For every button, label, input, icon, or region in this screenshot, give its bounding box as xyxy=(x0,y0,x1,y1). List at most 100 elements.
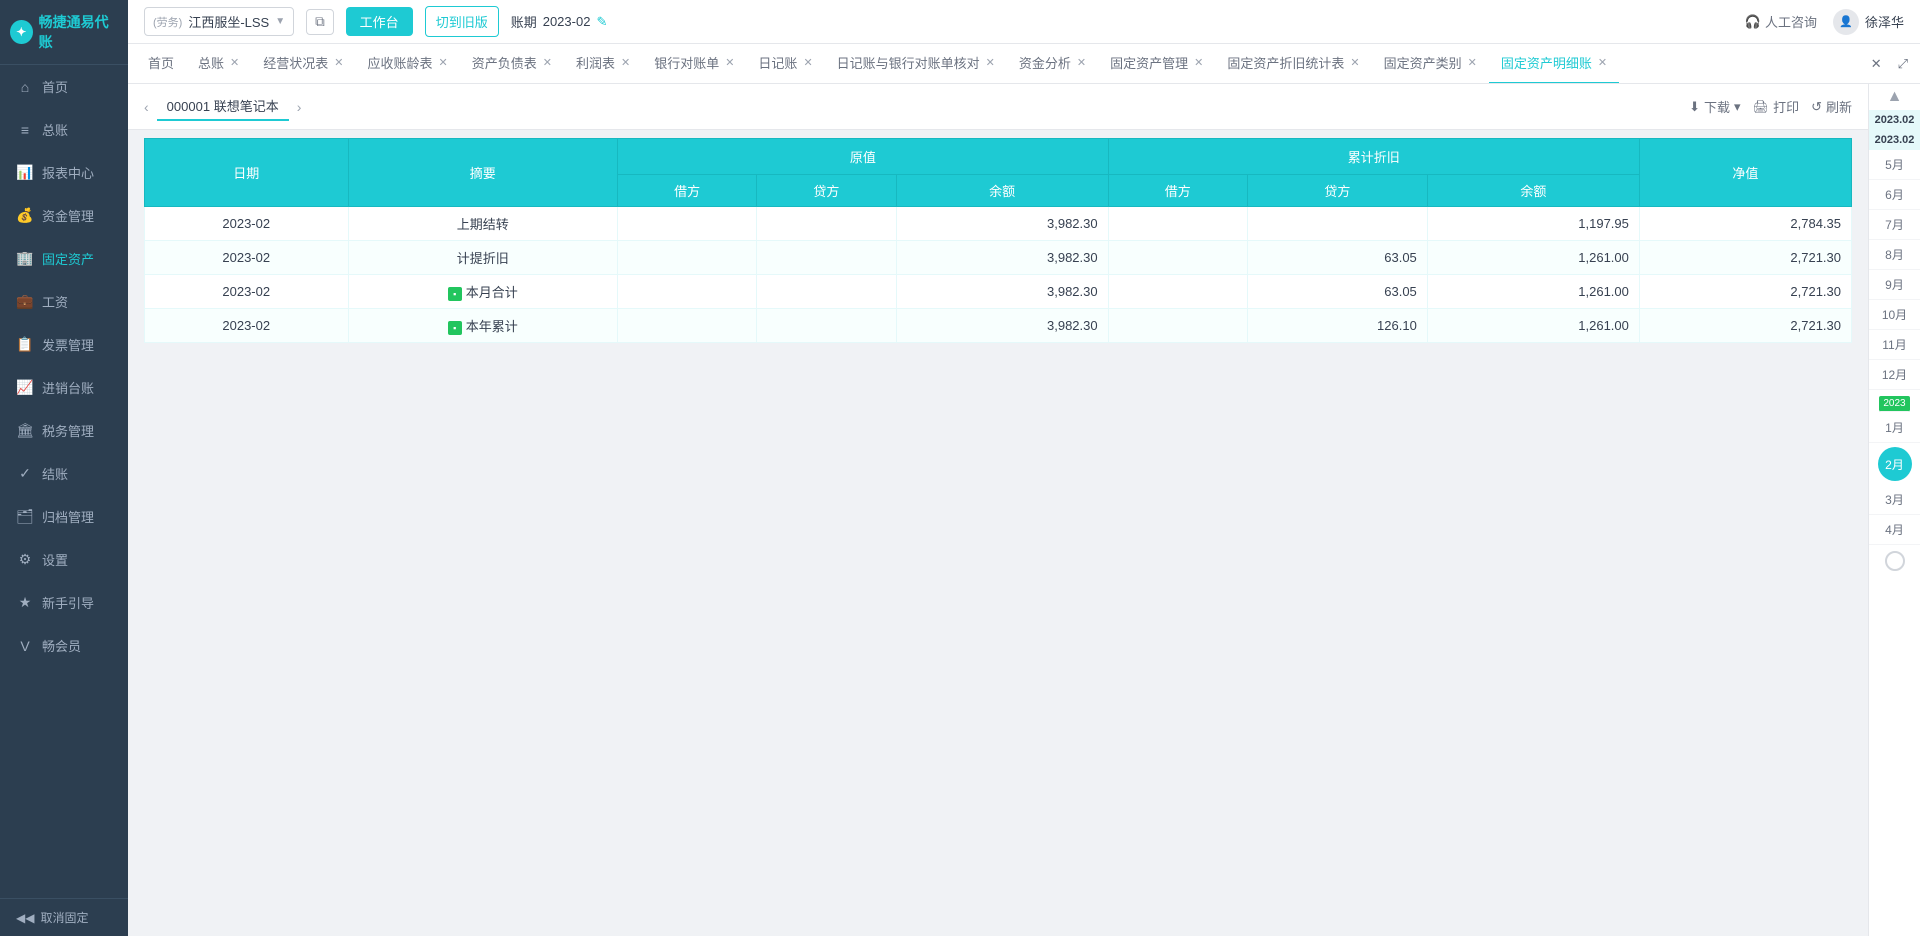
top-header: (劳务) 江西服坐-LSS ▼ ⧉ 工作台 切到旧版 账期 2023-02 ✎ … xyxy=(128,0,1920,44)
calendar-month-6[interactable]: 6月 xyxy=(1869,180,1920,210)
calendar-year-top[interactable]: 2023.02 xyxy=(1869,110,1920,130)
headset-icon: 🎧 xyxy=(1745,14,1761,30)
print-button[interactable]: 🖨 打印 xyxy=(1753,97,1800,116)
tab-close-icon[interactable]: ✕ xyxy=(439,56,448,69)
calendar-month-1[interactable]: 1月 xyxy=(1869,413,1920,443)
calendar-month-4[interactable]: 4月 xyxy=(1869,515,1920,545)
nav-right-icon[interactable]: › xyxy=(297,99,302,115)
edit-period-icon[interactable]: ✎ xyxy=(596,14,607,30)
asset-code: 000001 xyxy=(167,99,210,114)
period-value: 2023-02 xyxy=(543,14,591,29)
cell-acc-credit: 63.05 xyxy=(1247,275,1427,309)
sidebar-item-invoice[interactable]: 📋 发票管理 xyxy=(0,323,128,366)
download-label: 下载 xyxy=(1704,97,1730,116)
sidebar-item-ledger[interactable]: ≡ 总账 xyxy=(0,108,128,151)
cell-orig-credit xyxy=(757,275,896,309)
cell-orig-credit xyxy=(757,241,896,275)
calendar-month-8[interactable]: 8月 xyxy=(1869,240,1920,270)
calendar-month-12[interactable]: 12月 xyxy=(1869,360,1920,390)
nav-left-icon[interactable]: ‹ xyxy=(144,99,149,115)
calendar-month-3[interactable]: 3月 xyxy=(1869,485,1920,515)
close-tabs-button[interactable]: ✕ xyxy=(1867,52,1886,76)
sidebar-item-archive[interactable]: 🗂 归档管理 xyxy=(0,495,128,538)
calendar-circle-icon[interactable] xyxy=(1885,551,1905,571)
asset-nav-item[interactable]: 000001 联想笔记本 xyxy=(157,92,289,121)
refresh-button[interactable]: ↺ 刷新 xyxy=(1811,97,1852,116)
tab-fixed-category[interactable]: 固定资产类别 ✕ xyxy=(1372,44,1489,84)
tab-close-icon[interactable]: ✕ xyxy=(230,56,239,69)
tax-icon: 🏛 xyxy=(16,422,34,439)
download-button[interactable]: ⬇ 下载 ▾ xyxy=(1689,97,1740,116)
sidebar-item-settlement[interactable]: ✓ 结账 xyxy=(0,452,128,495)
tab-close-icon[interactable]: ✕ xyxy=(543,56,552,69)
page-content: ‹ 000001 联想笔记本 › ⬇ 下载 ▾ 🖨 打印 xyxy=(128,84,1868,936)
switch-old-button[interactable]: 切到旧版 xyxy=(425,6,499,37)
refresh-icon: ↺ xyxy=(1811,99,1822,115)
tab-receivable[interactable]: 应收账龄表 ✕ xyxy=(355,44,459,84)
tab-home[interactable]: 首页 xyxy=(136,44,186,84)
calendar-scroll-up[interactable]: ▲ xyxy=(1869,84,1920,110)
sidebar-item-home[interactable]: ⌂ 首页 xyxy=(0,65,128,108)
tab-capital-analysis[interactable]: 资金分析 ✕ xyxy=(1007,44,1098,84)
tab-profit[interactable]: 利润表 ✕ xyxy=(564,44,642,84)
sidebar-item-capital[interactable]: 💰 资金管理 xyxy=(0,194,128,237)
logo-icon: ✦ xyxy=(10,20,33,44)
user-info[interactable]: 👤 徐泽华 xyxy=(1833,9,1904,35)
company-label-prefix: (劳务) xyxy=(153,14,182,30)
cell-orig-balance: 3,982.30 xyxy=(896,241,1108,275)
sidebar-item-sales[interactable]: 📈 进销台账 xyxy=(0,366,128,409)
sidebar-item-guide[interactable]: ★ 新手引导 xyxy=(0,581,128,624)
cell-acc-debit xyxy=(1108,207,1247,241)
support-label: 人工咨询 xyxy=(1765,12,1817,31)
tab-close-icon[interactable]: ✕ xyxy=(1194,56,1203,69)
th-accumulated-depreciation: 累计折旧 xyxy=(1108,139,1639,175)
tab-close-icon[interactable]: ✕ xyxy=(1350,56,1359,69)
tab-journal[interactable]: 日记账 ✕ xyxy=(746,44,824,84)
calendar-month-5[interactable]: 5月 xyxy=(1869,150,1920,180)
tab-close-icon[interactable]: ✕ xyxy=(334,56,343,69)
tab-fixed-mgmt[interactable]: 固定资产管理 ✕ xyxy=(1098,44,1215,84)
cell-orig-balance: 3,982.30 xyxy=(896,309,1108,343)
tab-close-icon[interactable]: ✕ xyxy=(621,56,630,69)
sidebar-item-reports[interactable]: 📊 报表中心 xyxy=(0,151,128,194)
support-button[interactable]: 🎧 人工咨询 xyxy=(1745,12,1817,31)
tab-label: 银行对账单 xyxy=(654,53,719,72)
app-logo: ✦ 畅捷通易代账 xyxy=(0,0,128,65)
calendar-month-10[interactable]: 10月 xyxy=(1869,300,1920,330)
sidebar-item-tax[interactable]: 🏛 税务管理 xyxy=(0,409,128,452)
tab-close-icon[interactable]: ✕ xyxy=(1468,56,1477,69)
calendar-month-11[interactable]: 11月 xyxy=(1869,330,1920,360)
tab-close-icon[interactable]: ✕ xyxy=(803,56,812,69)
tab-bank-statement[interactable]: 银行对账单 ✕ xyxy=(642,44,746,84)
maximize-button[interactable]: ⤢ xyxy=(1894,52,1912,76)
tab-close-icon[interactable]: ✕ xyxy=(1077,56,1086,69)
company-selector[interactable]: (劳务) 江西服坐-LSS ▼ xyxy=(144,7,294,36)
tab-ledger[interactable]: 总账 ✕ xyxy=(186,44,251,84)
sidebar-item-label: 总账 xyxy=(42,120,68,139)
tab-reconcile[interactable]: 日记账与银行对账单核对 ✕ xyxy=(825,44,1007,84)
sidebar-item-settings[interactable]: ⚙ 设置 xyxy=(0,538,128,581)
calendar-month-7[interactable]: 7月 xyxy=(1869,210,1920,240)
tab-close-icon[interactable]: ✕ xyxy=(1598,56,1607,69)
cancel-pin-button[interactable]: ◀◀ 取消固定 xyxy=(0,898,128,936)
tab-close-icon[interactable]: ✕ xyxy=(986,56,995,69)
archive-icon: 🗂 xyxy=(16,508,34,525)
sidebar-item-fixed-assets[interactable]: 🏢 固定资产 xyxy=(0,237,128,280)
tab-close-icon[interactable]: ✕ xyxy=(725,56,734,69)
calendar-month-9[interactable]: 9月 xyxy=(1869,270,1920,300)
calendar-month-2-active[interactable]: 2月 xyxy=(1878,447,1912,481)
cell-description: ▪本月合计 xyxy=(348,275,618,309)
table-container: 日期 摘要 原值 累计折旧 净值 借方 贷方 余额 借方 贷方 余额 xyxy=(128,130,1868,936)
tab-management[interactable]: 经营状况表 ✕ xyxy=(251,44,355,84)
calendar-year-top2[interactable]: 2023.02 xyxy=(1869,130,1920,150)
workbench-button[interactable]: 工作台 xyxy=(346,7,413,36)
sidebar-item-member[interactable]: V 畅会员 xyxy=(0,624,128,667)
tab-fixed-detail[interactable]: 固定资产明细账 ✕ xyxy=(1489,44,1619,84)
tab-depreciation-stats[interactable]: 固定资产折旧统计表 ✕ xyxy=(1215,44,1371,84)
tab-balance[interactable]: 资产负债表 ✕ xyxy=(460,44,564,84)
copy-button[interactable]: ⧉ xyxy=(306,9,334,35)
sidebar-item-salary[interactable]: 💼 工资 xyxy=(0,280,128,323)
cell-acc-balance: 1,197.95 xyxy=(1427,207,1639,241)
member-icon: V xyxy=(16,638,34,654)
cell-description: ▪本年累计 xyxy=(348,309,618,343)
